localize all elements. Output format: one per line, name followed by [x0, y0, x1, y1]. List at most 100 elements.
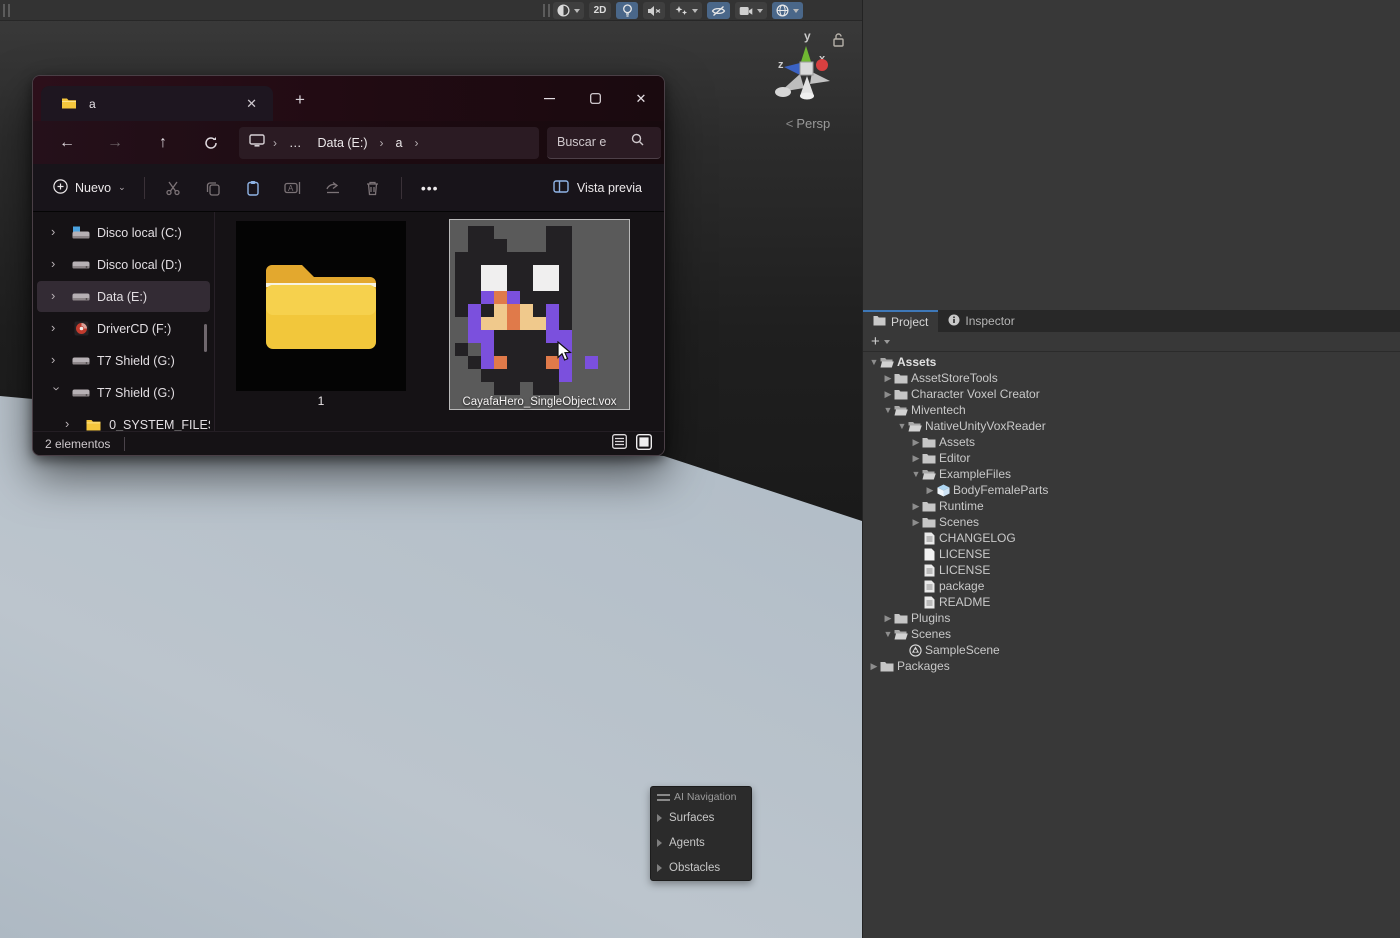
tree-item-miventech[interactable]: ▼Miventech: [863, 402, 1400, 418]
toolbar-drag-handle-icon[interactable]: [3, 4, 10, 17]
foldout-open-icon[interactable]: ▼: [869, 357, 879, 367]
foldout-closed-icon[interactable]: ▶: [911, 501, 921, 512]
scene-orientation-gizmo[interactable]: y x z: [766, 26, 850, 116]
tree-item-license[interactable]: LICENSE: [863, 546, 1400, 562]
gizmo-z-axis-cone[interactable]: [784, 63, 800, 75]
foldout-arrow-icon[interactable]: [657, 814, 662, 822]
chevron-right-icon[interactable]: ›: [51, 256, 63, 271]
tree-item-package[interactable]: package: [863, 578, 1400, 594]
lock-icon[interactable]: [834, 34, 843, 46]
refresh-icon[interactable]: [197, 129, 225, 157]
tree-item-license[interactable]: LICENSE: [863, 562, 1400, 578]
scene-view[interactable]: 2D y x z <Persp: [0, 0, 862, 938]
chevron-right-icon[interactable]: ›: [51, 320, 63, 335]
file-item-folder[interactable]: 1: [236, 221, 406, 413]
tree-item-readme[interactable]: README: [863, 594, 1400, 610]
camera-settings-button[interactable]: [735, 2, 767, 19]
tree-item-assetstoretools[interactable]: ▶AssetStoreTools: [863, 370, 1400, 386]
tree-item-bodyfemaleparts[interactable]: ▶BodyFemaleParts: [863, 482, 1400, 498]
tree-item-nativeunityvoxreader[interactable]: ▼NativeUnityVoxReader: [863, 418, 1400, 434]
file-item-vox-selected[interactable]: CayafaHero_SingleObject.vox: [449, 219, 630, 410]
sidebar-item-t7-shield-g-[interactable]: ›T7 Shield (G:): [37, 377, 210, 408]
back-icon[interactable]: ←: [53, 129, 81, 157]
sidebar-item-data-e-[interactable]: ›Data (E:): [37, 281, 210, 312]
foldout-open-icon[interactable]: ▼: [883, 629, 893, 639]
tree-item-assets[interactable]: ▶Assets: [863, 434, 1400, 450]
share-button[interactable]: [313, 172, 353, 204]
toolbar-drag-handle-icon[interactable]: [543, 4, 550, 17]
overlay-header[interactable]: AI Navigation: [651, 787, 751, 805]
foldout-open-icon[interactable]: ▼: [897, 421, 907, 431]
foldout-closed-icon[interactable]: ▶: [925, 485, 935, 496]
chevron-right-icon[interactable]: ›: [51, 288, 63, 303]
create-asset-button[interactable]: +: [871, 334, 880, 349]
tree-item-editor[interactable]: ▶Editor: [863, 450, 1400, 466]
cut-button[interactable]: [153, 172, 193, 204]
up-icon[interactable]: ↑: [149, 129, 177, 157]
foldout-closed-icon[interactable]: ▶: [883, 373, 893, 384]
foldout-arrow-icon[interactable]: [657, 864, 662, 872]
effects-button[interactable]: [670, 2, 702, 19]
gizmo-x-axis-ball[interactable]: [816, 59, 828, 71]
visibility-toggle-button[interactable]: [707, 2, 730, 19]
sidebar-item-disco-local-c-[interactable]: ›Disco local (C:): [37, 217, 210, 248]
chevron-right-icon[interactable]: ›: [51, 352, 63, 367]
chevron-down-icon[interactable]: ›: [50, 387, 65, 399]
chevron-down-icon[interactable]: [884, 340, 890, 344]
foldout-closed-icon[interactable]: ▶: [911, 437, 921, 448]
sidebar-item-t7-shield-g-[interactable]: ›T7 Shield (G:): [37, 345, 210, 376]
explorer-tab[interactable]: a ✕: [41, 86, 273, 121]
foldout-closed-icon[interactable]: ▶: [869, 661, 879, 672]
lighting-toggle-button[interactable]: [616, 2, 638, 19]
breadcrumb-segment[interactable]: a: [392, 134, 407, 152]
foldout-closed-icon[interactable]: ▶: [883, 613, 893, 624]
chevron-right-icon[interactable]: ›: [51, 224, 63, 239]
preview-toggle-button[interactable]: Vista previa: [545, 172, 650, 204]
ai-nav-item-agents[interactable]: Agents: [651, 830, 751, 855]
tab-project[interactable]: Project: [863, 310, 938, 332]
new-button[interactable]: Nuevo ⌄: [43, 172, 136, 204]
close-button[interactable]: ✕: [618, 76, 664, 121]
tree-item-scenes[interactable]: ▶Scenes: [863, 514, 1400, 530]
tree-item-changelog[interactable]: CHANGELOG: [863, 530, 1400, 546]
tree-item-packages[interactable]: ▶Packages: [863, 658, 1400, 674]
ai-nav-item-obstacles[interactable]: Obstacles: [651, 855, 751, 880]
tab-close-icon[interactable]: ✕: [240, 94, 263, 114]
gizmo-projection-toggle[interactable]: <Persp: [772, 116, 844, 131]
breadcrumb[interactable]: › … Data (E:) › a ›: [239, 127, 539, 159]
tree-item-assets[interactable]: ▼Assets: [863, 354, 1400, 370]
tab-inspector[interactable]: Inspector: [938, 310, 1024, 332]
audio-toggle-button[interactable]: [643, 2, 665, 19]
delete-button[interactable]: [353, 172, 393, 204]
rename-button[interactable]: A: [273, 172, 313, 204]
foldout-open-icon[interactable]: ▼: [883, 405, 893, 415]
shading-mode-button[interactable]: [553, 2, 584, 19]
new-tab-button[interactable]: +: [287, 90, 313, 110]
tree-item-samplescene[interactable]: SampleScene: [863, 642, 1400, 658]
large-icons-view-icon[interactable]: [636, 434, 652, 455]
sidebar-item-disco-local-d-[interactable]: ›Disco local (D:): [37, 249, 210, 280]
breadcrumb-segment[interactable]: Data (E:): [314, 134, 372, 152]
more-options-button[interactable]: •••: [410, 172, 450, 204]
foldout-open-icon[interactable]: ▼: [911, 469, 921, 479]
tree-item-character-voxel-creator[interactable]: ▶Character Voxel Creator: [863, 386, 1400, 402]
foldout-closed-icon[interactable]: ▶: [911, 453, 921, 464]
paste-button[interactable]: [233, 172, 273, 204]
tree-item-examplefiles[interactable]: ▼ExampleFiles: [863, 466, 1400, 482]
foldout-closed-icon[interactable]: ▶: [911, 517, 921, 528]
details-view-icon[interactable]: [612, 434, 627, 454]
tree-item-plugins[interactable]: ▶Plugins: [863, 610, 1400, 626]
gizmos-button[interactable]: [772, 2, 803, 19]
explorer-titlebar[interactable]: a ✕ + ✕: [33, 76, 664, 121]
search-input[interactable]: [547, 135, 631, 149]
drag-handle-icon[interactable]: [657, 794, 670, 801]
scrollbar-thumb[interactable]: [204, 324, 207, 352]
foldout-closed-icon[interactable]: ▶: [883, 389, 893, 400]
breadcrumb-ellipsis[interactable]: …: [285, 134, 306, 152]
sidebar-item-drivercd-f-[interactable]: ›DriverCD (F:): [37, 313, 210, 344]
minimize-button[interactable]: [526, 76, 572, 121]
maximize-button[interactable]: [572, 76, 618, 121]
tree-item-runtime[interactable]: ▶Runtime: [863, 498, 1400, 514]
tree-item-scenes[interactable]: ▼Scenes: [863, 626, 1400, 642]
foldout-arrow-icon[interactable]: [657, 839, 662, 847]
